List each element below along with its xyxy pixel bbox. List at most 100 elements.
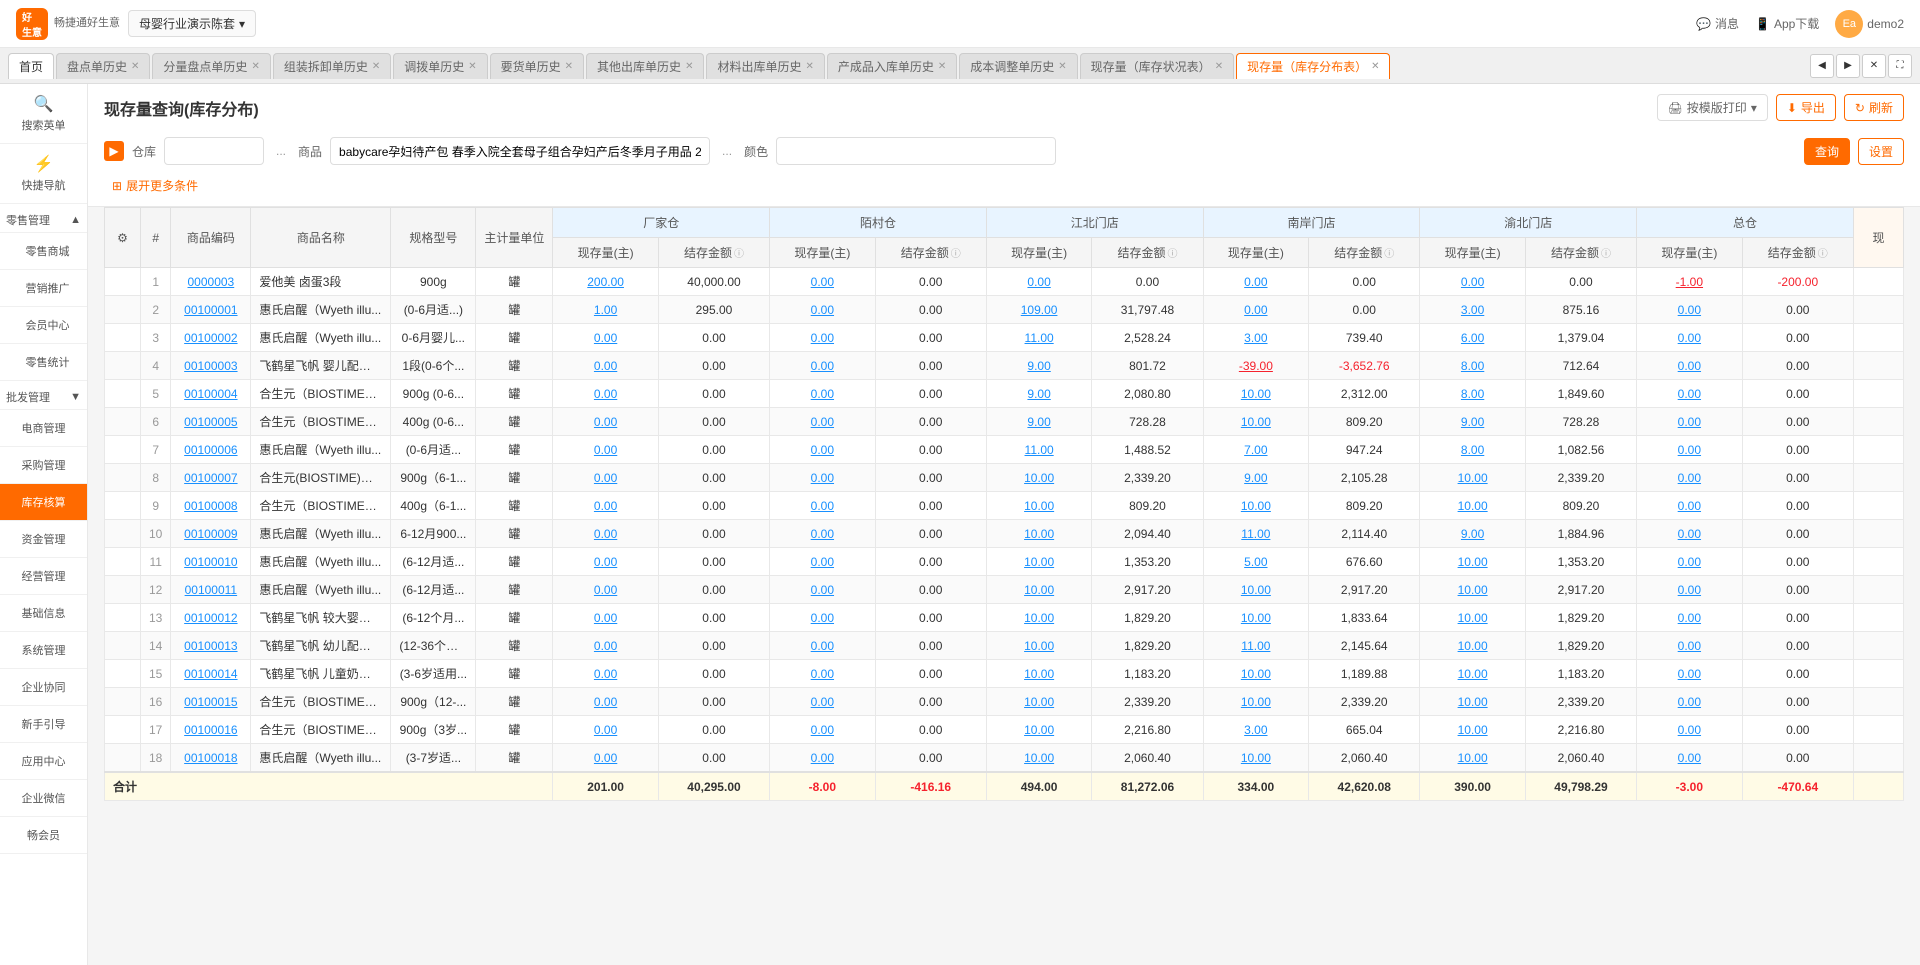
goods-input[interactable] [330,137,710,165]
th-settings[interactable]: ⚙ [105,208,141,268]
sidebar-item-operations[interactable]: 经营管理 [0,558,87,595]
td-code[interactable]: 00100005 [171,408,251,436]
info-icon[interactable]: ⓘ [734,249,744,260]
sidebar-item-quicknav[interactable]: ⚡ 快捷导航 [0,144,87,204]
tab-stock-status[interactable]: 现存量（库存状况表） ✕ [1080,53,1234,79]
close-icon[interactable]: ✕ [565,61,573,72]
td-name: 惠氏启醒（Wyeth illu... [251,296,391,324]
sidebar-label: 资金管理 [6,531,81,547]
tab-other-out[interactable]: 其他出库单历史 ✕ [586,53,704,79]
tab-close-btn[interactable]: ✕ [1862,54,1886,78]
sidebar-group-wholesale[interactable]: 批发管理 ▼ [0,381,87,410]
td-name: 合生元（BIOSTIME）... [251,408,391,436]
sidebar-item-system[interactable]: 系统管理 [0,632,87,669]
sidebar-item-appcenter[interactable]: 应用中心 [0,743,87,780]
industry-selector[interactable]: 母婴行业演示陈套 ▾ [128,10,256,37]
sidebar-item-guide[interactable]: 新手引导 [0,706,87,743]
sidebar-item-marketing[interactable]: 营销推广 [0,270,87,307]
td-code[interactable]: 00100018 [171,744,251,773]
close-icon[interactable]: ✕ [251,61,259,72]
td-code[interactable]: 00100008 [171,492,251,520]
tab-expand-btn[interactable]: ⛶ [1888,54,1912,78]
td-code[interactable]: 00100004 [171,380,251,408]
close-icon[interactable]: ✕ [685,61,693,72]
td-code[interactable]: 00100016 [171,716,251,744]
app-download-btn[interactable]: 📱 App下载 [1755,15,1819,32]
td-code[interactable]: 00100007 [171,464,251,492]
td-code[interactable]: 00100015 [171,688,251,716]
close-icon[interactable]: ✕ [1215,61,1223,72]
tab-transfer[interactable]: 调拨单历史 ✕ [393,53,487,79]
sidebar-item-retail-stats[interactable]: 零售统计 [0,344,87,381]
sidebar-item-wecom[interactable]: 企业微信 [0,780,87,817]
td-code[interactable]: 00100014 [171,660,251,688]
warehouse-input[interactable] [164,137,264,165]
td-code[interactable]: 00100003 [171,352,251,380]
td-code[interactable]: 00100009 [171,520,251,548]
tab-product-in[interactable]: 产成品入库单历史 ✕ [827,53,957,79]
td-code[interactable]: 00100006 [171,436,251,464]
sidebar-item-base[interactable]: 基础信息 [0,595,87,632]
td-code[interactable]: 00100010 [171,548,251,576]
footer-c3-qty: 494.00 [986,772,1091,801]
tab-inventory-check[interactable]: 盘点单历史 ✕ [56,53,150,79]
tab-assemble[interactable]: 组装拆卸单历史 ✕ [273,53,391,79]
info-icon[interactable]: ⓘ [1384,249,1394,260]
sidebar-item-member[interactable]: 会员中心 [0,307,87,344]
td-extra [1854,744,1904,773]
tab-prev-btn[interactable]: ◀ [1810,54,1834,78]
export-btn[interactable]: ⬇ 导出 [1776,94,1836,121]
td-c1-amt: 0.00 [658,688,769,716]
td-c3-qty: 10.00 [986,688,1091,716]
info-icon[interactable]: ⓘ [1601,249,1611,260]
color-input[interactable] [776,137,1056,165]
td-code[interactable]: 00100012 [171,604,251,632]
settings-btn[interactable]: 设置 [1858,138,1904,165]
sidebar-item-inventory[interactable]: 库存核算 [0,484,87,521]
info-icon[interactable]: ⓘ [1167,249,1177,260]
td-code[interactable]: 00100001 [171,296,251,324]
td-code[interactable]: 00100011 [171,576,251,604]
close-icon[interactable]: ✕ [372,61,380,72]
settings-icon: ⚙ [117,231,128,245]
sidebar-item-search[interactable]: 🔍 搜索英单 [0,84,87,144]
close-icon[interactable]: ✕ [938,61,946,72]
goods-ellipsis[interactable]: ... [718,144,736,158]
close-icon[interactable]: ✕ [805,61,813,72]
tab-material-out[interactable]: 材料出库单历史 ✕ [706,53,824,79]
td-spec: 900g（6-1... [391,464,476,492]
info-icon[interactable]: ⓘ [1818,249,1828,260]
tab-cost-adjust[interactable]: 成本调整单历史 ✕ [959,53,1077,79]
info-icon[interactable]: ⓘ [951,249,961,260]
sidebar-item-ecom[interactable]: 电商管理 [0,410,87,447]
td-code[interactable]: 0000003 [171,268,251,296]
td-c5-qty: 10.00 [1420,492,1525,520]
warehouse-ellipsis[interactable]: ... [272,144,290,158]
tab-stock-dist[interactable]: 现存量（库存分布表） ✕ [1236,53,1390,79]
print-btn[interactable]: 🖨 按模版打印 ▾ [1657,94,1768,121]
sidebar-item-member2[interactable]: 畅会员 [0,817,87,854]
sidebar-item-collab[interactable]: 企业协同 [0,669,87,706]
message-btn[interactable]: 💬 消息 [1696,15,1739,32]
tab-sub-inventory[interactable]: 分量盘点单历史 ✕ [152,53,270,79]
td-c4-amt: 2,105.28 [1309,464,1420,492]
refresh-btn[interactable]: ↻ 刷新 [1844,94,1904,121]
tab-order[interactable]: 要货单历史 ✕ [490,53,584,79]
td-settings [105,576,141,604]
query-btn[interactable]: 查询 [1804,138,1850,165]
td-code[interactable]: 00100013 [171,632,251,660]
sidebar-item-finance[interactable]: 资金管理 [0,521,87,558]
user-area[interactable]: Ea demo2 [1835,10,1904,38]
tab-next-btn[interactable]: ▶ [1836,54,1860,78]
sidebar-item-purchase[interactable]: 采购管理 [0,447,87,484]
expand-conditions-btn[interactable]: ⊞ 展开更多条件 [104,173,1904,198]
close-icon[interactable]: ✕ [1058,61,1066,72]
tab-home[interactable]: 首页 [8,53,54,79]
filter-toggle[interactable]: ▶ [104,141,124,161]
sidebar-group-retail[interactable]: 零售管理 ▲ [0,204,87,233]
td-code[interactable]: 00100002 [171,324,251,352]
sidebar-item-shop[interactable]: 零售商城 [0,233,87,270]
close-icon[interactable]: ✕ [1371,61,1379,72]
close-icon[interactable]: ✕ [131,61,139,72]
close-icon[interactable]: ✕ [468,61,476,72]
